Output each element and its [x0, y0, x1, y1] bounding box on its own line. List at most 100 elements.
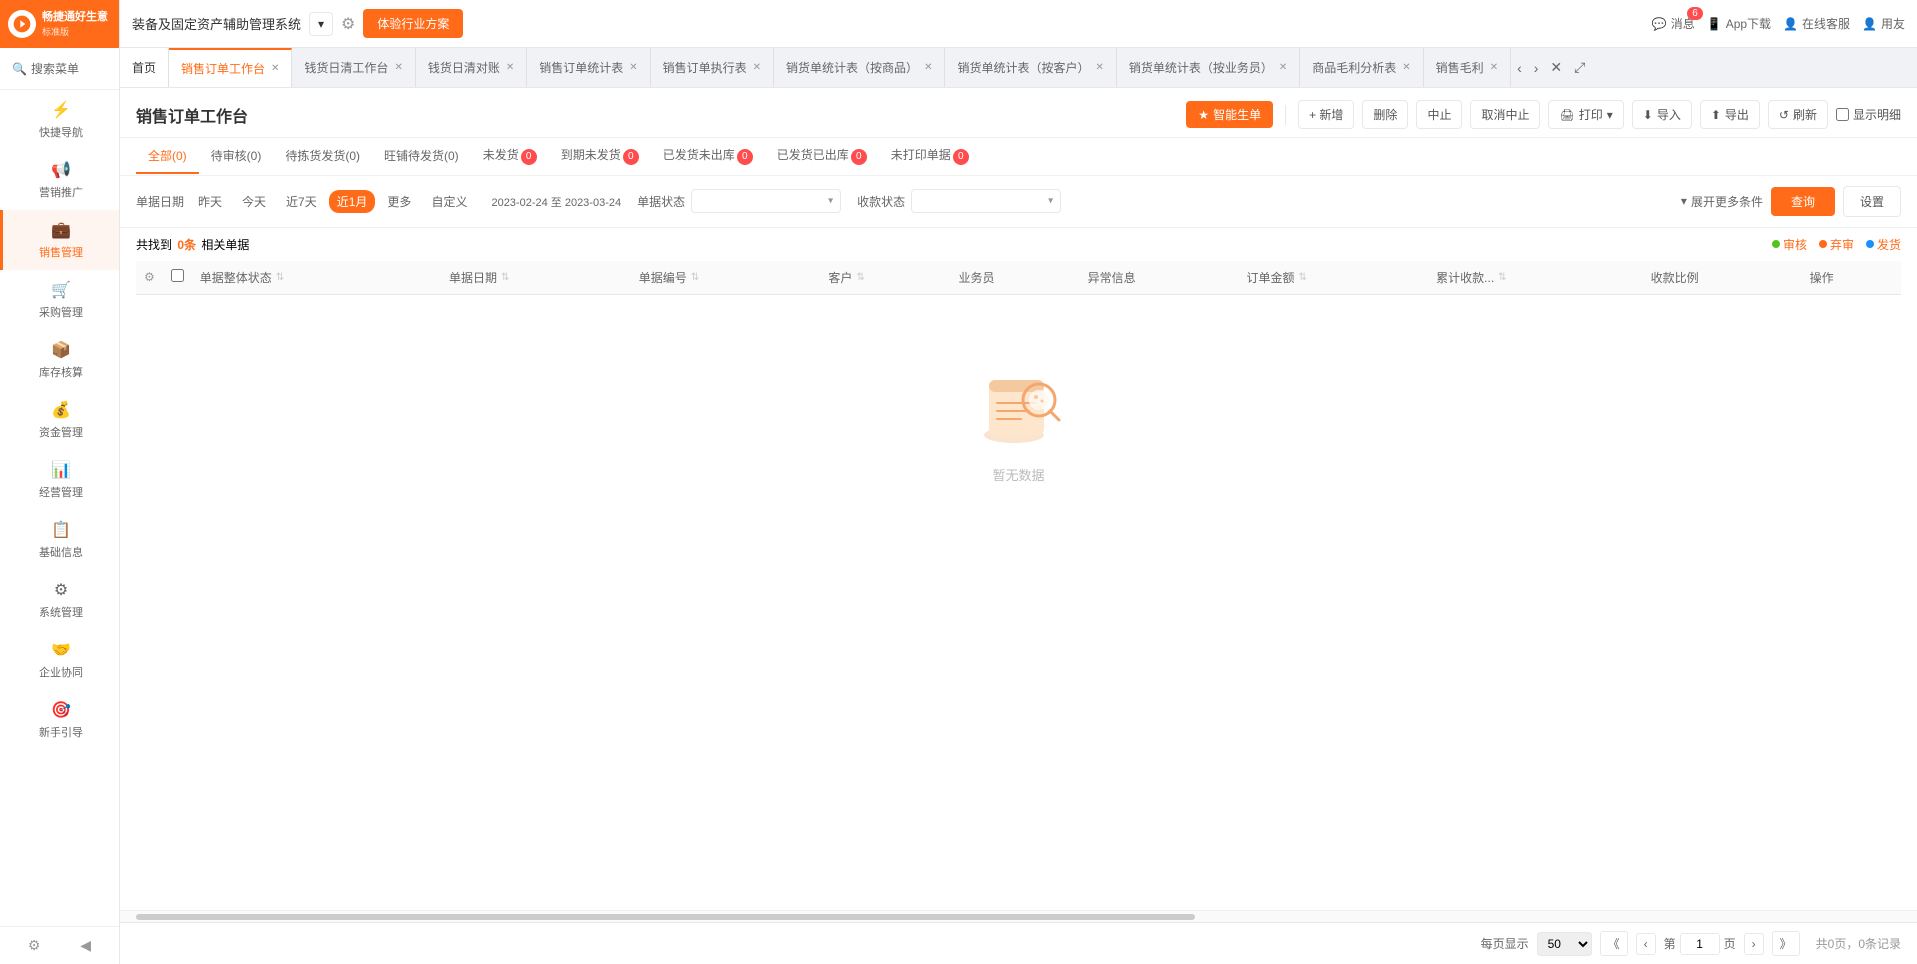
sidebar-item-basic[interactable]: 📋 基础信息	[0, 510, 119, 570]
next-page-button[interactable]: ›	[1744, 933, 1764, 955]
subtab-pending-review[interactable]: 待审核(0)	[199, 139, 274, 174]
industry-solution-button[interactable]: 体验行业方案	[363, 9, 463, 38]
refresh-button[interactable]: ↺ 刷新	[1768, 100, 1828, 129]
tab-close-icon[interactable]: ✕	[1402, 62, 1410, 73]
tab-sales-by-product[interactable]: 销货单统计表（按商品） ✕	[774, 48, 945, 88]
empty-illustration	[959, 355, 1079, 455]
smart-create-button[interactable]: ★ 智能生单	[1186, 101, 1273, 128]
topbar-settings-button[interactable]: ⚙	[341, 14, 355, 34]
subtab-not-shipped[interactable]: 未发货0	[471, 138, 549, 175]
sidebar-item-system[interactable]: ⚙ 系统管理	[0, 570, 119, 630]
tab-nav-prev-button[interactable]: ‹	[1511, 48, 1528, 88]
subtab-all[interactable]: 全部(0)	[136, 139, 199, 174]
select-all-checkbox[interactable]	[171, 269, 184, 282]
th-date[interactable]: 单据日期⇅	[441, 261, 631, 295]
th-ratio[interactable]: 收款比例	[1643, 261, 1802, 295]
show-detail-checkbox[interactable]	[1836, 108, 1849, 121]
th-status[interactable]: 单据整体状态⇅	[192, 261, 441, 295]
per-page-select[interactable]: 50 10 20 100	[1537, 932, 1592, 956]
tab-sales-workbench[interactable]: 销售订单工作台 ✕	[169, 48, 292, 88]
date-custom-btn[interactable]: 自定义	[423, 190, 475, 213]
tab-close-all-button[interactable]: ✕	[1544, 48, 1568, 88]
sidebar-item-marketing[interactable]: 📢 营销推广	[0, 150, 119, 210]
tab-close-icon[interactable]: ✕	[394, 62, 402, 73]
date-today-btn[interactable]: 今天	[234, 190, 274, 213]
date-yesterday-btn[interactable]: 昨天	[190, 190, 230, 213]
payment-select[interactable]	[911, 189, 1061, 213]
search-menu-button[interactable]: 🔍 搜索菜单	[6, 56, 113, 81]
th-gear[interactable]: ⚙	[136, 261, 163, 295]
date-1month-btn[interactable]: 近1月	[329, 190, 376, 213]
th-collected[interactable]: 累计收款...⇅	[1428, 261, 1643, 295]
th-staff[interactable]: 业务员	[950, 261, 1079, 295]
show-detail-label[interactable]: 显示明细	[1836, 106, 1901, 123]
online-service-button[interactable]: 👤 在线客服	[1783, 15, 1850, 32]
subtab-pending-check[interactable]: 待拣货发货(0)	[273, 139, 372, 174]
abort-button[interactable]: 中止	[1416, 100, 1462, 129]
cancel-abort-button[interactable]: 取消中止	[1470, 100, 1540, 129]
tab-close-icon[interactable]: ✕	[271, 63, 279, 74]
review-action[interactable]: 审核	[1772, 236, 1807, 253]
app-download-button[interactable]: 📱 App下载	[1707, 15, 1771, 32]
sidebar-item-enterprise[interactable]: 🤝 企业协同	[0, 630, 119, 690]
sidebar-item-finance[interactable]: 💰 资金管理	[0, 390, 119, 450]
export-button[interactable]: ⬆ 导出	[1700, 100, 1760, 129]
tab-sales-stats[interactable]: 销售订单统计表 ✕	[527, 48, 650, 88]
tab-fullscreen-button[interactable]: ⤢	[1568, 48, 1591, 88]
sidebar-item-purchase[interactable]: 🛒 采购管理	[0, 270, 119, 330]
date-more-btn[interactable]: 更多	[379, 190, 419, 213]
tab-close-icon[interactable]: ✕	[629, 62, 637, 73]
ship-action[interactable]: 发货	[1866, 236, 1901, 253]
sidebar-item-guide[interactable]: 🎯 新手引导	[0, 690, 119, 750]
date-7days-btn[interactable]: 近7天	[278, 190, 325, 213]
tab-gross-margin[interactable]: 商品毛利分析表 ✕	[1300, 48, 1423, 88]
expand-filters-button[interactable]: ▾ 展开更多条件	[1681, 193, 1763, 210]
sidebar-item-quick-nav[interactable]: ⚡ 快捷导航	[0, 90, 119, 150]
tab-close-icon[interactable]: ✕	[924, 62, 932, 73]
status-select[interactable]	[691, 189, 841, 213]
revoke-action[interactable]: 弃审	[1819, 236, 1854, 253]
sidebar-settings-button[interactable]: ⚙	[28, 937, 41, 954]
sidebar-item-operations[interactable]: 📊 经营管理	[0, 450, 119, 510]
sidebar-collapse-button[interactable]: ◀	[80, 937, 91, 954]
page-number-input[interactable]: 1	[1680, 933, 1720, 955]
subtab-wangpu-ship[interactable]: 旺铺待发货(0)	[372, 139, 471, 174]
th-customer[interactable]: 客户⇅	[820, 261, 950, 295]
tab-close-icon[interactable]: ✕	[1490, 62, 1498, 73]
query-button[interactable]: 查询	[1771, 187, 1835, 216]
subtab-shipped-out[interactable]: 已发货已出库0	[765, 138, 879, 175]
tab-sales-by-staff[interactable]: 销货单统计表（按业务员） ✕	[1117, 48, 1300, 88]
first-page-button[interactable]: 《	[1600, 931, 1628, 956]
tab-close-icon[interactable]: ✕	[506, 62, 514, 73]
tab-sales-by-customer[interactable]: 销货单统计表（按客户） ✕	[945, 48, 1116, 88]
import-button[interactable]: ⬇ 导入	[1632, 100, 1692, 129]
message-button[interactable]: 💬 6 消息	[1652, 15, 1695, 32]
delete-button[interactable]: 删除	[1362, 100, 1408, 129]
tab-sales-exec[interactable]: 销售订单执行表 ✕	[651, 48, 774, 88]
subtab-shipped-not-out[interactable]: 已发货未出库0	[651, 138, 765, 175]
tab-close-icon[interactable]: ✕	[1279, 62, 1287, 73]
th-number[interactable]: 单据编号⇅	[631, 261, 821, 295]
subtab-not-printed[interactable]: 未打印单据0	[879, 138, 981, 175]
print-button[interactable]: 🖨 打印 ▾	[1548, 100, 1623, 129]
tab-cash-daily[interactable]: 钱货日清工作台 ✕	[292, 48, 415, 88]
user-menu-button[interactable]: 👤 用友	[1862, 15, 1905, 32]
system-dropdown-button[interactable]: ▾	[309, 12, 333, 36]
th-amount[interactable]: 订单金额⇅	[1238, 261, 1428, 295]
tab-close-icon[interactable]: ✕	[753, 62, 761, 73]
tab-nav-next-button[interactable]: ›	[1528, 48, 1545, 88]
subtab-expired-not-shipped[interactable]: 到期未发货0	[549, 138, 651, 175]
tab-cash-reconcile[interactable]: 钱货日清对账 ✕	[416, 48, 527, 88]
horizontal-scrollbar[interactable]	[120, 910, 1917, 922]
th-exception[interactable]: 异常信息	[1080, 261, 1239, 295]
tab-close-icon[interactable]: ✕	[1095, 62, 1103, 73]
sidebar-item-inventory[interactable]: 📦 库存核算	[0, 330, 119, 390]
sidebar-item-sales[interactable]: 💼 销售管理	[0, 210, 119, 270]
tab-home[interactable]: 首页	[120, 48, 169, 88]
tab-sales-more[interactable]: 销售毛利 ✕	[1424, 48, 1511, 88]
filter-settings-button[interactable]: 设置	[1843, 186, 1901, 217]
prev-page-button[interactable]: ‹	[1636, 933, 1656, 955]
last-page-button[interactable]: 》	[1772, 931, 1800, 956]
add-button[interactable]: + 新增	[1298, 100, 1354, 129]
scrollbar-thumb[interactable]	[136, 914, 1195, 920]
